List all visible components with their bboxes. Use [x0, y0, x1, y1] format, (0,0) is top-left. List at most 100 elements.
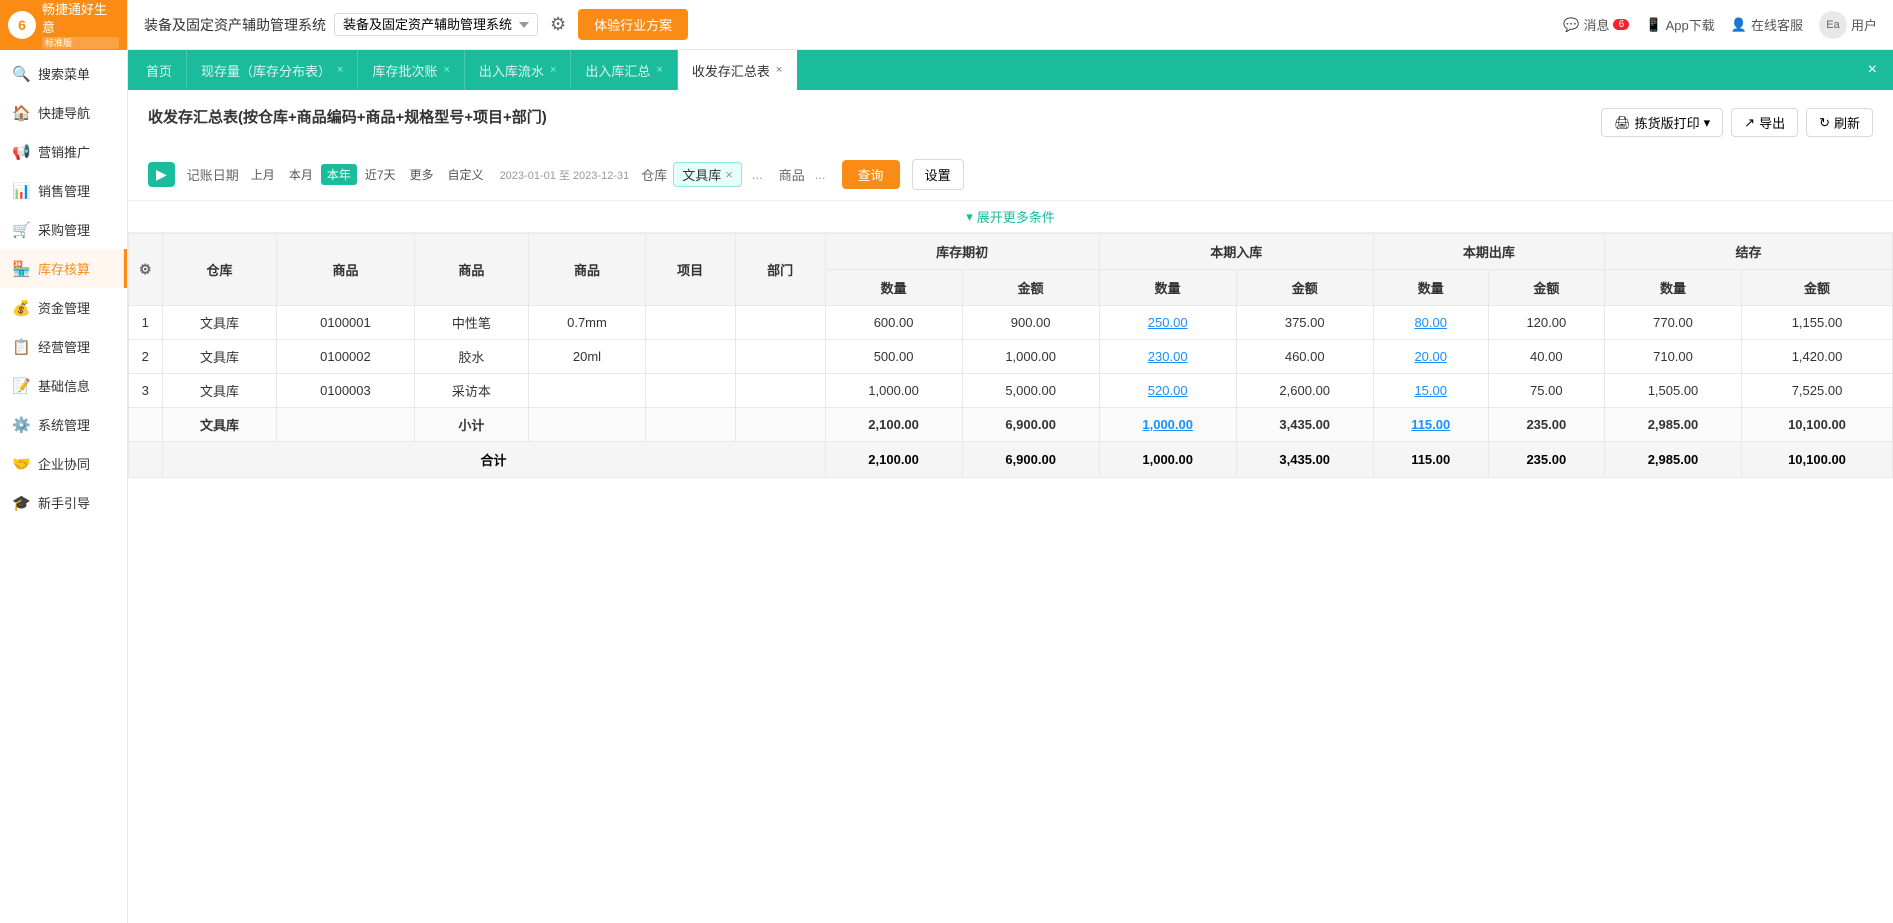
- col-spec-header: 商品: [529, 234, 645, 306]
- cell-out-qty-1[interactable]: 20.00: [1373, 340, 1488, 374]
- tab-close-5[interactable]: ×: [776, 64, 782, 76]
- cell-out-amount-1: 40.00: [1488, 340, 1604, 374]
- col-close-qty-header: 数量: [1604, 270, 1741, 306]
- sidebar-item-0[interactable]: 🔍搜索菜单: [0, 54, 127, 93]
- export-button[interactable]: ↗ 导出: [1731, 108, 1798, 137]
- sidebar-label-7: 经营管理: [38, 337, 90, 356]
- sidebar-item-9[interactable]: ⚙️系统管理: [0, 405, 127, 444]
- export-icon: ↗: [1744, 115, 1755, 131]
- topbar: 装备及固定资产辅助管理系统 装备及固定资产辅助管理系统 ⚙ 体验行业方案 💬 消…: [128, 0, 1893, 50]
- sidebar-item-4[interactable]: 🛒采购管理: [0, 210, 127, 249]
- sidebar-item-8[interactable]: 📝基础信息: [0, 366, 127, 405]
- sidebar-item-7[interactable]: 📋经营管理: [0, 327, 127, 366]
- tab-1[interactable]: 现存量（库存分布表）×: [187, 50, 358, 90]
- tab-label-5: 收发存汇总表: [692, 61, 770, 80]
- footer-label: 合计: [162, 442, 825, 478]
- goods-filter-label: 商品: [779, 165, 805, 184]
- expand-more-row: ▾ 展开更多条件: [128, 201, 1893, 233]
- sidebar-icon-2: 📢: [12, 143, 30, 161]
- tab-4[interactable]: 出入库汇总×: [571, 50, 677, 90]
- topbar-right: 💬 消息 6 📱 App下载 👤 在线客服 Ea 用户: [1563, 11, 1877, 39]
- refresh-button[interactable]: ↻ 刷新: [1806, 108, 1873, 137]
- cell-in-qty-2[interactable]: 520.00: [1099, 374, 1236, 408]
- col-settings-header[interactable]: ⚙: [129, 234, 163, 306]
- chevron-down-icon: ▾: [1704, 115, 1711, 131]
- footer-in-qty: 1,000.00: [1099, 442, 1236, 478]
- print-icon: 🖨: [1614, 115, 1631, 131]
- cell-warehouse-0: 文具库: [162, 306, 277, 340]
- table-wrapper: ⚙ 仓库 商品 商品 商品 项目 部门 库存期初 本期入库 本期出库 结存: [128, 233, 1893, 478]
- cell-out-amount-0: 120.00: [1488, 306, 1604, 340]
- topbar-left: 装备及固定资产辅助管理系统 装备及固定资产辅助管理系统 ⚙ 体验行业方案: [144, 9, 688, 40]
- cell-in-qty-3[interactable]: 1,000.00: [1099, 408, 1236, 442]
- warehouse-tag-close[interactable]: ×: [725, 168, 733, 181]
- sidebar-label-10: 企业协同: [38, 454, 90, 473]
- col-close-amount-header: 金额: [1742, 270, 1893, 306]
- sidebar-label-6: 资金管理: [38, 298, 90, 317]
- tab-label-0: 首页: [146, 61, 172, 80]
- tab-close-2[interactable]: ×: [443, 64, 449, 76]
- system-select[interactable]: 装备及固定资产辅助管理系统: [334, 13, 538, 36]
- settings-col-icon[interactable]: ⚙: [139, 261, 152, 277]
- goods-ellipsis[interactable]: ...: [811, 167, 830, 182]
- cell-out-qty-3[interactable]: 115.00: [1373, 408, 1488, 442]
- col-name-header: 商品: [414, 234, 529, 306]
- user-menu[interactable]: Ea 用户: [1819, 11, 1877, 39]
- warehouse-ellipsis[interactable]: ...: [748, 167, 767, 182]
- cell-in-qty-1[interactable]: 230.00: [1099, 340, 1236, 374]
- print-button[interactable]: 🖨 拣货版打印 ▾: [1601, 108, 1723, 137]
- col-open-qty-header: 数量: [825, 270, 962, 306]
- date-btn-近7天[interactable]: 近7天: [359, 164, 402, 185]
- query-button[interactable]: 查询: [842, 160, 900, 189]
- cell-open-qty-2: 1,000.00: [825, 374, 962, 408]
- cell-open-amount-2: 5,000.00: [962, 374, 1099, 408]
- expand-icon: ▾: [966, 209, 973, 225]
- message-button[interactable]: 💬 消息 6: [1563, 15, 1629, 34]
- system-title: 装备及固定资产辅助管理系统: [144, 15, 326, 35]
- cell-name-2: 采访本: [414, 374, 529, 408]
- cell-close-amount-1: 1,420.00: [1742, 340, 1893, 374]
- app-download-button[interactable]: 📱 App下载: [1645, 15, 1714, 34]
- settings-button[interactable]: 设置: [912, 159, 964, 190]
- date-btn-本月[interactable]: 本月: [283, 164, 319, 185]
- tab-close-3[interactable]: ×: [550, 64, 556, 76]
- warehouse-tag[interactable]: 文具库 ×: [673, 162, 742, 187]
- date-btn-更多[interactable]: 更多: [404, 164, 440, 185]
- date-btn-本年[interactable]: 本年: [321, 164, 357, 185]
- date-btn-上月[interactable]: 上月: [245, 164, 281, 185]
- tabs-close-all-button[interactable]: ×: [1856, 61, 1889, 79]
- sidebar-item-3[interactable]: 📊销售管理: [0, 171, 127, 210]
- filter-toggle-button[interactable]: ▶: [148, 162, 175, 187]
- cell-code-1: 0100002: [277, 340, 414, 374]
- sidebar-item-1[interactable]: 🏠快捷导航: [0, 93, 127, 132]
- topbar-settings-button[interactable]: ⚙: [546, 10, 570, 39]
- sidebar-item-6[interactable]: 💰资金管理: [0, 288, 127, 327]
- col-out-amount-header: 金额: [1488, 270, 1604, 306]
- trial-button[interactable]: 体验行业方案: [578, 9, 688, 40]
- sidebar-item-11[interactable]: 🎓新手引导: [0, 483, 127, 522]
- table-row-1: 2 文具库 0100002 胶水 20ml 500.00 1,000.00 23…: [129, 340, 1893, 374]
- online-service-button[interactable]: 👤 在线客服: [1731, 15, 1803, 34]
- date-range: 2023-01-01 至 2023-12-31: [500, 167, 630, 183]
- sidebar-label-11: 新手引导: [38, 493, 90, 512]
- sidebar-item-2[interactable]: 📢营销推广: [0, 132, 127, 171]
- cell-name-1: 胶水: [414, 340, 529, 374]
- tab-close-4[interactable]: ×: [656, 64, 662, 76]
- tab-close-1[interactable]: ×: [337, 64, 343, 76]
- tab-2[interactable]: 库存批次账×: [358, 50, 464, 90]
- cell-spec-0: 0.7mm: [529, 306, 645, 340]
- sidebar-item-10[interactable]: 🤝企业协同: [0, 444, 127, 483]
- sidebar-item-5[interactable]: 🏪库存核算: [0, 249, 127, 288]
- cell-name-3: 小计: [414, 408, 529, 442]
- cell-in-qty-0[interactable]: 250.00: [1099, 306, 1236, 340]
- tab-0[interactable]: 首页: [132, 50, 187, 90]
- cell-code-2: 0100003: [277, 374, 414, 408]
- tab-3[interactable]: 出入库流水×: [465, 50, 571, 90]
- date-btn-自定义[interactable]: 自定义: [442, 164, 490, 185]
- cell-project-1: [645, 340, 735, 374]
- tab-5[interactable]: 收发存汇总表 ×: [678, 50, 797, 90]
- expand-more-button[interactable]: ▾ 展开更多条件: [966, 207, 1055, 226]
- cell-out-qty-0[interactable]: 80.00: [1373, 306, 1488, 340]
- cell-out-qty-2[interactable]: 15.00: [1373, 374, 1488, 408]
- col-closing-header: 结存: [1604, 234, 1892, 270]
